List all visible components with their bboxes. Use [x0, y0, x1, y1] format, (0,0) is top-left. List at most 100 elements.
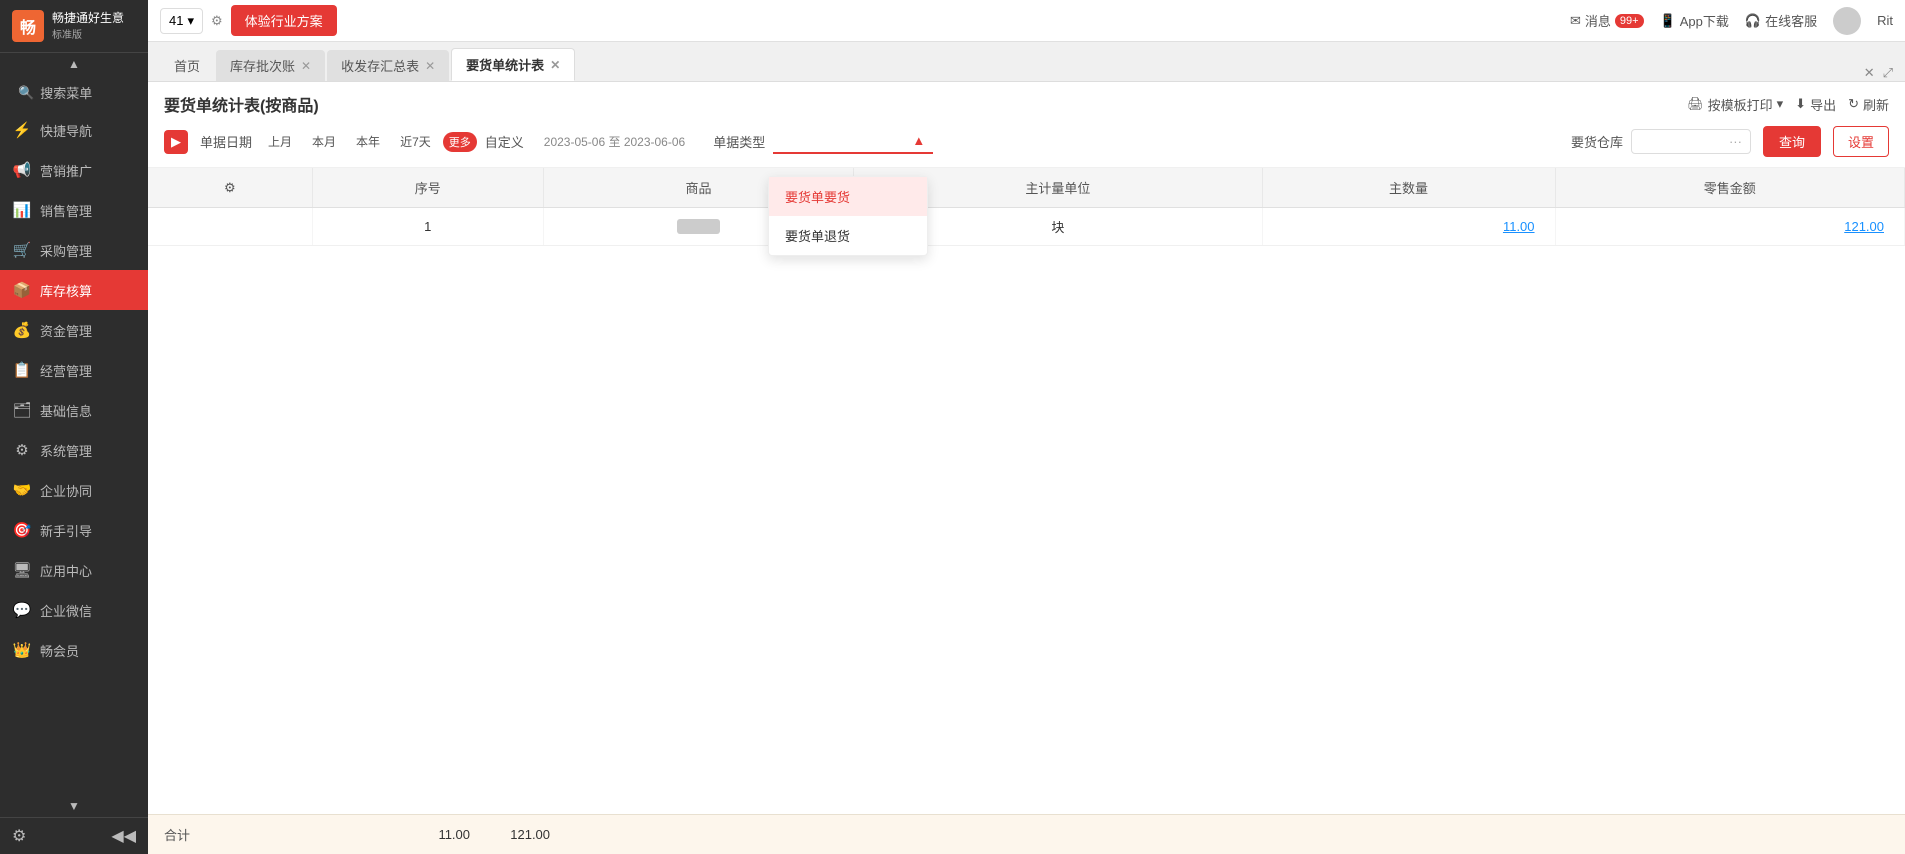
tabbar: 首页 库存批次账 ✕ 收发存汇总表 ✕ 要货单统计表 ✕ ✕ ⤢ — [148, 42, 1905, 82]
online-service-item[interactable]: 🎧 在线客服 — [1745, 11, 1817, 30]
date-shortcuts: 上月 本月 本年 近7天 更多 — [260, 130, 477, 153]
settings-icon[interactable]: ⚙ — [12, 826, 26, 846]
date-label: 单据日期 — [200, 132, 252, 151]
scroll-up[interactable]: ▲ — [0, 53, 148, 75]
type-select[interactable]: ▲ — [773, 129, 933, 154]
appstore-icon: 🖥 — [12, 560, 32, 580]
sidebar-item-collab[interactable]: 🤝 企业协同 — [0, 470, 148, 510]
store-selector[interactable]: 41 ▾ — [160, 8, 203, 34]
warehouse-filter-group: 要货仓库 ··· — [1571, 129, 1751, 154]
warehouse-label: 要货仓库 — [1571, 132, 1623, 151]
tab-close-receivable-summary[interactable]: ✕ — [425, 59, 435, 73]
expand-filter-button[interactable]: ▶ — [164, 130, 188, 154]
settings-gear-icon[interactable]: ⚙ — [211, 13, 223, 29]
col-settings[interactable]: ⚙ — [148, 168, 312, 208]
scroll-down[interactable]: ▼ — [0, 795, 148, 817]
app-download-label: App下载 — [1680, 11, 1729, 30]
ops-icon: 📋 — [12, 360, 32, 380]
download-icon: 📱 — [1660, 13, 1676, 29]
date-more-button[interactable]: 更多 — [443, 132, 477, 152]
date-filter-group: 单据日期 上月 本月 本年 近7天 更多 自定义 — [200, 130, 532, 153]
cell-amount[interactable]: 121.00 — [1555, 208, 1904, 246]
service-icon: 🎧 — [1745, 13, 1761, 29]
sidebar-item-member[interactable]: 👑 畅会员 — [0, 630, 148, 670]
sidebar-item-label: 库存核算 — [40, 281, 92, 300]
col-settings-icon: ⚙ — [224, 180, 236, 195]
shortcut-this-year[interactable]: 本年 — [348, 130, 388, 153]
sidebar-item-marketing[interactable]: 📢 营销推广 — [0, 150, 148, 190]
sidebar-item-label: 畅会员 — [40, 641, 79, 660]
avatar[interactable] — [1833, 7, 1861, 35]
sidebar-item-label: 新手引导 — [40, 521, 92, 540]
cell-qty[interactable]: 11.00 — [1262, 208, 1555, 246]
refresh-button[interactable]: ↻ 刷新 — [1848, 95, 1889, 114]
shortcut-this-month[interactable]: 本月 — [304, 130, 344, 153]
messages-badge: 99+ — [1615, 14, 1644, 28]
sidebar-item-inventory[interactable]: 📦 库存核算 — [0, 270, 148, 310]
summary-label: 合计 — [164, 825, 190, 844]
export-icon: ⬇ — [1795, 96, 1806, 112]
warehouse-select[interactable]: ··· — [1631, 129, 1751, 154]
goods-blurred — [677, 219, 720, 234]
sidebar-item-label: 应用中心 — [40, 561, 92, 580]
sidebar-item-label: 资金管理 — [40, 321, 92, 340]
tab-receivable-summary[interactable]: 收发存汇总表 ✕ — [327, 50, 449, 81]
tab-order-summary[interactable]: 要货单统计表 ✕ — [451, 48, 575, 81]
tab-close-inventory-batch[interactable]: ✕ — [301, 59, 311, 73]
store-name: 41 — [169, 13, 183, 28]
online-service-label: 在线客服 — [1765, 11, 1817, 30]
dropdown-item-order[interactable]: 要货单要货 — [769, 177, 927, 216]
date-custom[interactable]: 自定义 — [485, 132, 524, 151]
sidebar-item-quick-nav[interactable]: ⚡ 快捷导航 — [0, 110, 148, 150]
page-actions: 🖨 按模板打印 ▾ ⬇ 导出 ↻ 刷新 — [1687, 95, 1889, 114]
type-dropdown: 要货单要货 要货单退货 — [768, 176, 928, 256]
col-amount: 零售金额 — [1555, 168, 1904, 208]
sidebar-item-guide[interactable]: 🎯 新手引导 — [0, 510, 148, 550]
page-header: 要货单统计表(按商品) 🖨 按模板打印 ▾ ⬇ 导出 ↻ 刷新 — [148, 82, 1905, 116]
sidebar: 畅 畅捷通好生意 标准版 ▲ 🔍 搜索菜单 ⚡ 快捷导航 📢 营销推广 📊 销售… — [0, 0, 148, 854]
close-window-icon[interactable]: ✕ — [1864, 65, 1875, 81]
sidebar-item-label: 企业协同 — [40, 481, 92, 500]
warehouse-more-icon: ··· — [1729, 134, 1742, 149]
sidebar-item-system[interactable]: ⚙ 系统管理 — [0, 430, 148, 470]
messages-item[interactable]: ✉ 消息 99+ — [1570, 11, 1644, 30]
shortcut-7days[interactable]: 近7天 — [392, 130, 439, 153]
sidebar-item-sales[interactable]: 📊 销售管理 — [0, 190, 148, 230]
sidebar-item-ops[interactable]: 📋 经营管理 — [0, 350, 148, 390]
industry-button[interactable]: 体验行业方案 — [231, 5, 337, 36]
collapse-icon[interactable]: ◀◀ — [111, 826, 136, 846]
sidebar-item-appstore[interactable]: 🖥 应用中心 — [0, 550, 148, 590]
system-icon: ⚙ — [12, 440, 32, 460]
search-menu[interactable]: 🔍 搜索菜单 — [0, 75, 148, 110]
cell-num: 1 — [312, 208, 543, 246]
settings-button[interactable]: 设置 — [1833, 126, 1889, 157]
sidebar-item-wechat[interactable]: 💬 企业微信 — [0, 590, 148, 630]
sidebar-item-label: 经营管理 — [40, 361, 92, 380]
logo-name: 畅捷通好生意 — [52, 11, 124, 27]
tab-close-order-summary[interactable]: ✕ — [550, 58, 560, 72]
sidebar-item-finance[interactable]: 💰 资金管理 — [0, 310, 148, 350]
export-button[interactable]: ⬇ 导出 — [1795, 95, 1836, 114]
quick-nav-icon: ⚡ — [12, 120, 32, 140]
dropdown-item-return[interactable]: 要货单退货 — [769, 216, 927, 255]
export-label: 导出 — [1810, 95, 1836, 114]
sidebar-item-basics[interactable]: 🗂 基础信息 — [0, 390, 148, 430]
sidebar-nav: ⚡ 快捷导航 📢 营销推广 📊 销售管理 🛒 采购管理 📦 库存核算 💰 资金管… — [0, 110, 148, 795]
filter-bar: ▶ 单据日期 上月 本月 本年 近7天 更多 自定义 2023-05-06 至 … — [148, 116, 1905, 168]
basics-icon: 🗂 — [12, 400, 32, 420]
sidebar-item-label: 基础信息 — [40, 401, 92, 420]
app-download-item[interactable]: 📱 App下载 — [1660, 11, 1729, 30]
date-range: 2023-05-06 至 2023-06-06 — [544, 133, 685, 150]
tab-inventory-batch-label: 库存批次账 — [230, 56, 295, 75]
tab-home[interactable]: 首页 — [160, 50, 214, 81]
tab-home-label: 首页 — [174, 56, 200, 75]
search-label: 搜索菜单 — [40, 83, 92, 102]
main-area: 41 ▾ ⚙ 体验行业方案 ✉ 消息 99+ 📱 App下载 🎧 在线客服 Ri… — [148, 0, 1905, 854]
query-button[interactable]: 查询 — [1763, 126, 1821, 157]
expand-window-icon[interactable]: ⤢ — [1883, 65, 1893, 81]
tab-inventory-batch[interactable]: 库存批次账 ✕ — [216, 50, 325, 81]
print-button[interactable]: 🖨 按模板打印 ▾ — [1687, 95, 1783, 114]
sidebar-item-purchase[interactable]: 🛒 采购管理 — [0, 230, 148, 270]
shortcut-last-month[interactable]: 上月 — [260, 130, 300, 153]
avatar-name: Rit — [1877, 13, 1893, 28]
